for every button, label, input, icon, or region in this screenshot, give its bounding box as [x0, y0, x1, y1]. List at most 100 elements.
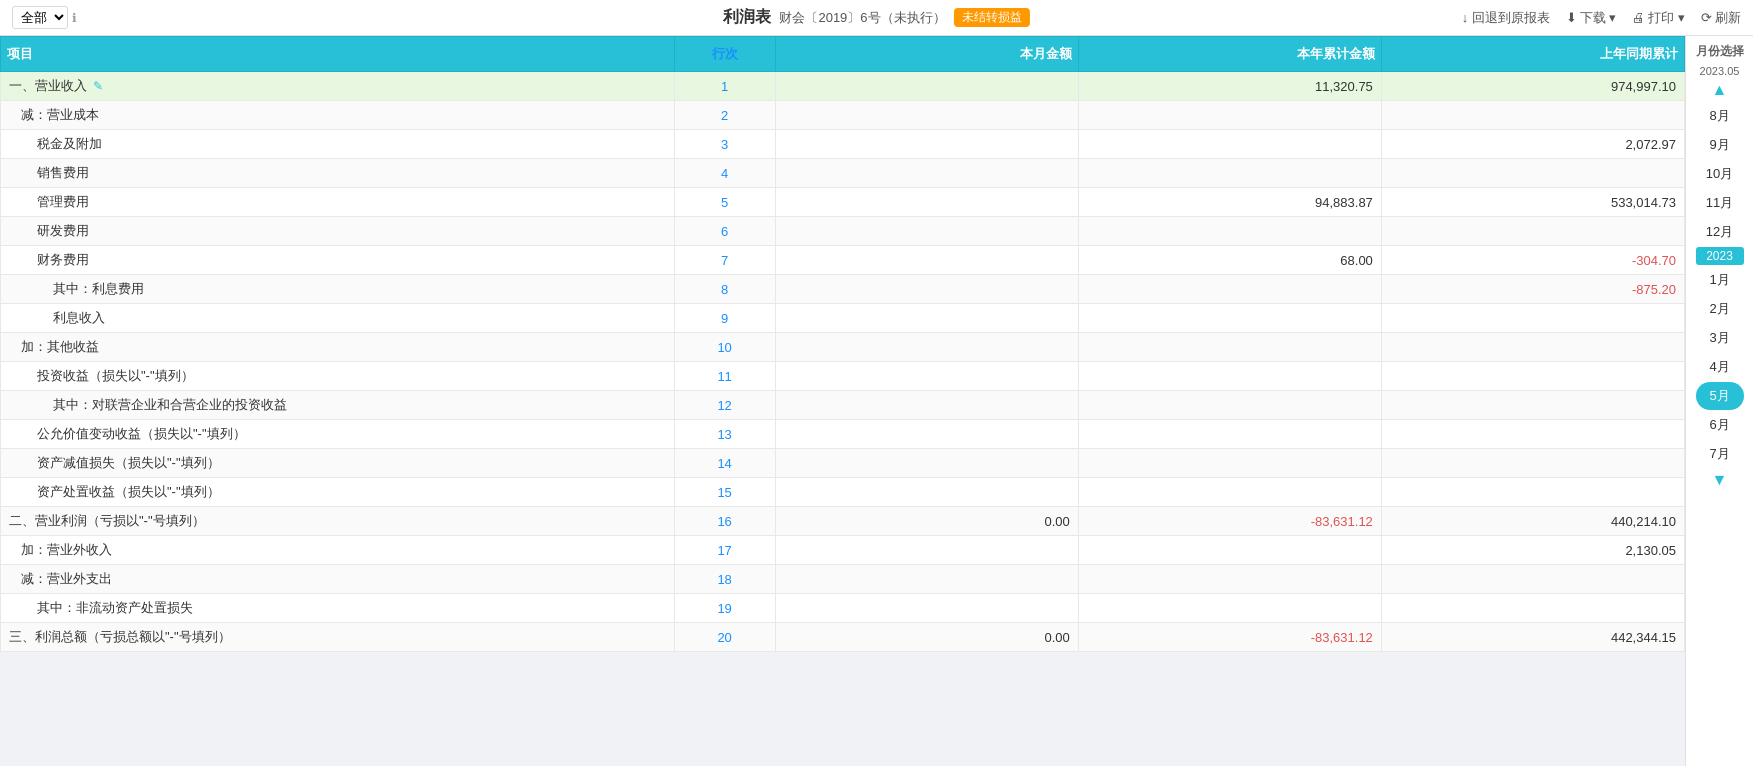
month-btn[interactable]: 9月	[1696, 131, 1744, 159]
month-btn[interactable]: 6月	[1696, 411, 1744, 439]
table-area: 项目 行次 本月金额 本年累计金额 上年同期累计 一、营业收入✎111,320.…	[0, 36, 1685, 766]
table-row: 资产处置收益（损失以"-"填列）15	[1, 478, 1685, 507]
cell-year	[1078, 478, 1381, 507]
cell-item: 减：营业外支出	[1, 565, 675, 594]
cell-row-num: 10	[674, 333, 775, 362]
month-selector: 月份选择 2023.05 ▲ 8月9月10月11月12月20231月2月3月4月…	[1685, 36, 1753, 766]
cell-item: 销售费用	[1, 159, 675, 188]
table-row: 财务费用768.00-304.70	[1, 246, 1685, 275]
table-row: 销售费用4	[1, 159, 1685, 188]
table-row: 其中：利息费用8-875.20	[1, 275, 1685, 304]
month-btn[interactable]: 5月	[1696, 382, 1744, 410]
nav-down-icon[interactable]: ▼	[1712, 472, 1728, 488]
table-row: 加：营业外收入172,130.05	[1, 536, 1685, 565]
month-btn[interactable]: 10月	[1696, 160, 1744, 188]
cell-month	[775, 333, 1078, 362]
cell-row-num: 12	[674, 391, 775, 420]
scope-dropdown[interactable]: 全部	[12, 6, 68, 29]
page-title: 利润表	[723, 7, 771, 28]
cell-prev	[1381, 304, 1684, 333]
cell-prev: 442,344.15	[1381, 623, 1684, 652]
cell-item: 管理费用	[1, 188, 675, 217]
table-body: 一、营业收入✎111,320.75974,997.10减：营业成本2税金及附加3…	[1, 72, 1685, 652]
cell-row-num: 20	[674, 623, 775, 652]
cell-month	[775, 449, 1078, 478]
cell-row-num: 17	[674, 536, 775, 565]
cell-item: 一、营业收入✎	[1, 72, 675, 101]
month-btn[interactable]: 3月	[1696, 324, 1744, 352]
month-btn[interactable]: 11月	[1696, 189, 1744, 217]
cell-month	[775, 72, 1078, 101]
table-row: 三、利润总额（亏损总额以"-"号填列）200.00-83,631.12442,3…	[1, 623, 1685, 652]
cell-year: 94,883.87	[1078, 188, 1381, 217]
top-left-controls: 全部 ℹ	[12, 6, 77, 29]
cell-prev: -875.20	[1381, 275, 1684, 304]
months-container: 8月9月10月11月12月20231月2月3月4月5月6月7月	[1696, 101, 1744, 469]
cell-year: -83,631.12	[1078, 507, 1381, 536]
table-row: 加：其他收益10	[1, 333, 1685, 362]
cell-row-num: 14	[674, 449, 775, 478]
cell-month	[775, 362, 1078, 391]
cell-prev: 974,997.10	[1381, 72, 1684, 101]
header-item: 项目	[1, 37, 675, 72]
cell-month	[775, 101, 1078, 130]
cell-item: 三、利润总额（亏损总额以"-"号填列）	[1, 623, 675, 652]
cell-month	[775, 478, 1078, 507]
edit-icon[interactable]: ✎	[93, 79, 103, 93]
cell-prev	[1381, 594, 1684, 623]
nav-up-icon[interactable]: ▲	[1712, 82, 1728, 98]
download-icon: ⬇	[1566, 10, 1577, 25]
cell-year: -83,631.12	[1078, 623, 1381, 652]
header-prev: 上年同期累计	[1381, 37, 1684, 72]
cell-prev	[1381, 449, 1684, 478]
month-selector-year: 2023.05	[1700, 63, 1740, 79]
cell-prev: 533,014.73	[1381, 188, 1684, 217]
cell-month	[775, 536, 1078, 565]
cell-month	[775, 246, 1078, 275]
month-selector-title: 月份选择	[1696, 40, 1744, 63]
cell-month: 0.00	[775, 623, 1078, 652]
cell-year: 68.00	[1078, 246, 1381, 275]
cell-item: 二、营业利润（亏损以"-"号填列）	[1, 507, 675, 536]
table-row: 税金及附加3 2,072.97	[1, 130, 1685, 159]
month-btn[interactable]: 4月	[1696, 353, 1744, 381]
cell-item: 税金及附加	[1, 130, 675, 159]
header-row: 行次	[674, 37, 775, 72]
cell-row-num: 3	[674, 130, 775, 159]
month-btn[interactable]: 7月	[1696, 440, 1744, 468]
cell-row-num: 7	[674, 246, 775, 275]
refresh-button[interactable]: ⟳ 刷新	[1701, 9, 1741, 27]
cell-item: 公允价值变动收益（损失以"-"填列）	[1, 420, 675, 449]
cell-row-num: 19	[674, 594, 775, 623]
cell-month	[775, 188, 1078, 217]
cell-item: 加：营业外收入	[1, 536, 675, 565]
cell-year	[1078, 217, 1381, 246]
table-row: 研发费用6	[1, 217, 1685, 246]
print-button[interactable]: 🖨 打印 ▾	[1632, 9, 1685, 27]
cell-year	[1078, 275, 1381, 304]
month-btn[interactable]: 2月	[1696, 295, 1744, 323]
subtitle: 财会〔2019〕6号（未执行）	[779, 9, 945, 27]
cell-year	[1078, 536, 1381, 565]
cell-month	[775, 275, 1078, 304]
refresh-icon: ⟳	[1701, 10, 1712, 25]
month-btn[interactable]: 12月	[1696, 218, 1744, 246]
cell-year	[1078, 362, 1381, 391]
cell-row-num: 18	[674, 565, 775, 594]
table-row: 其中：非流动资产处置损失19	[1, 594, 1685, 623]
print-icon: 🖨	[1632, 10, 1645, 25]
cell-month	[775, 159, 1078, 188]
back-button[interactable]: ↓ 回退到原报表	[1462, 9, 1550, 27]
main-container: 项目 行次 本月金额 本年累计金额 上年同期累计 一、营业收入✎111,320.…	[0, 36, 1753, 766]
cell-item: 财务费用	[1, 246, 675, 275]
cell-item: 其中：非流动资产处置损失	[1, 594, 675, 623]
cell-prev	[1381, 420, 1684, 449]
cell-year	[1078, 420, 1381, 449]
cell-month	[775, 217, 1078, 246]
download-button[interactable]: ⬇ ⬇ 下载 下载 ▾	[1566, 9, 1617, 27]
month-btn[interactable]: 1月	[1696, 266, 1744, 294]
status-badge[interactable]: 未结转损益	[954, 8, 1030, 27]
month-btn[interactable]: 8月	[1696, 102, 1744, 130]
cell-prev: 2,072.97	[1381, 130, 1684, 159]
table-row: 其中：对联营企业和合营企业的投资收益12	[1, 391, 1685, 420]
